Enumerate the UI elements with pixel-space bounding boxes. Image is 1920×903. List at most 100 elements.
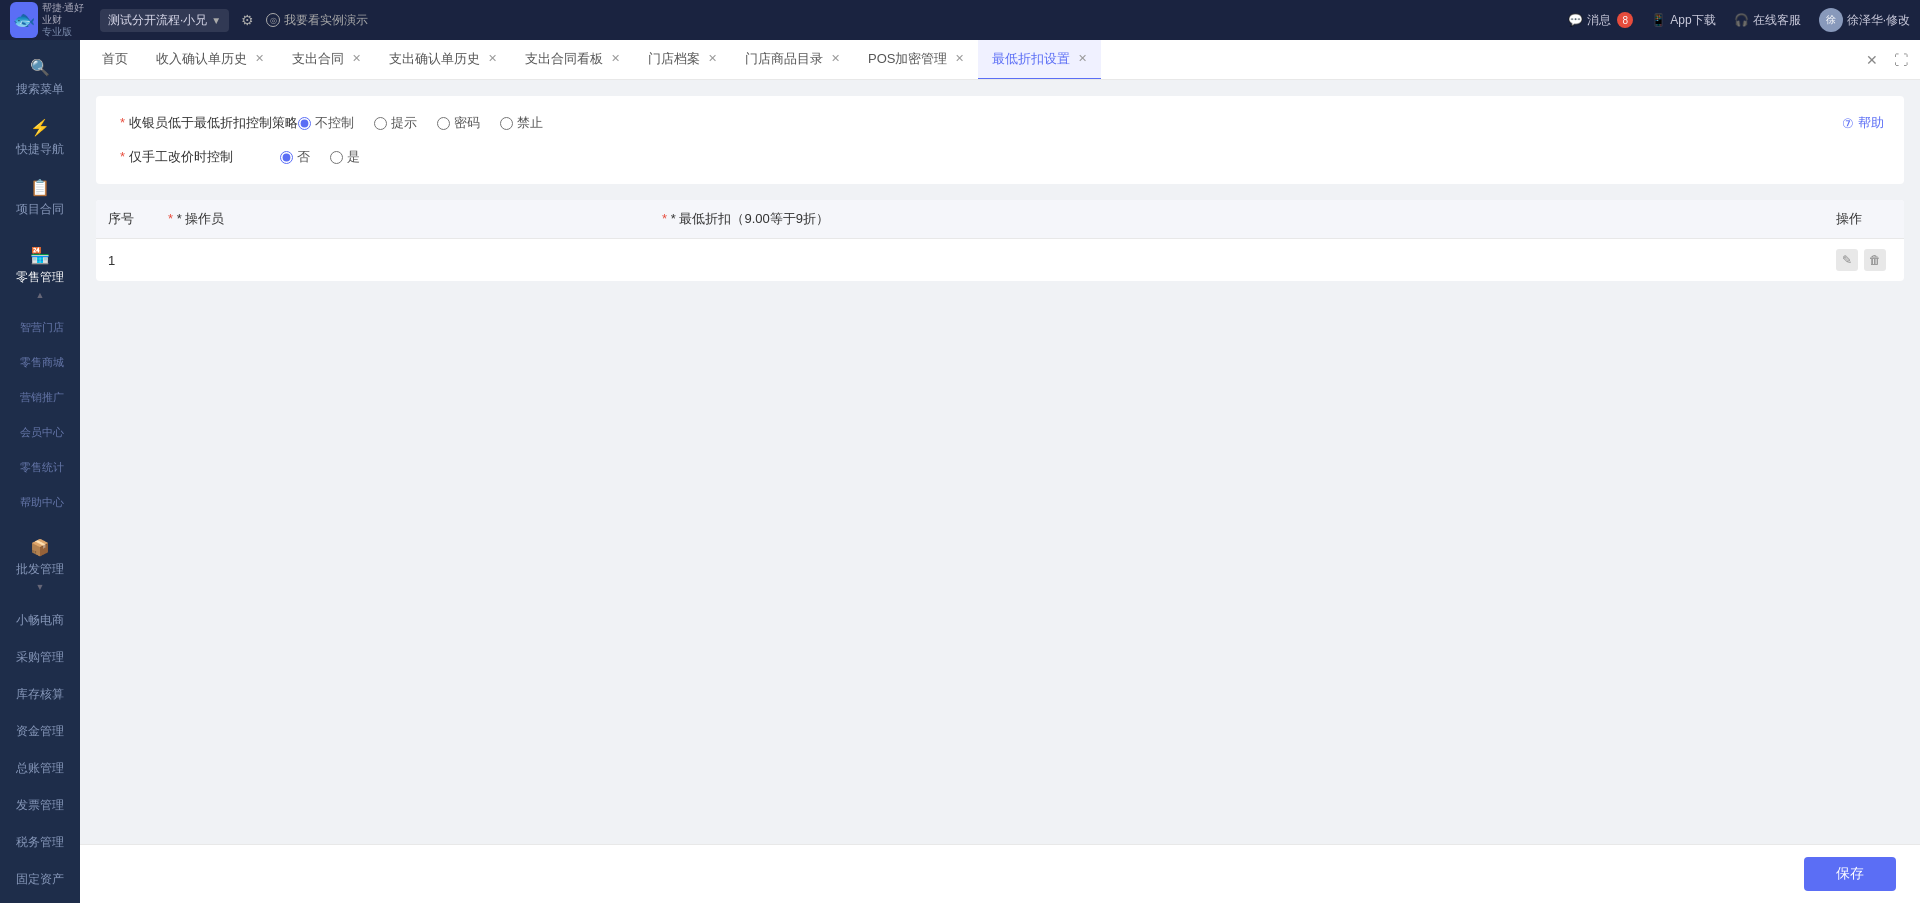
project-selector[interactable]: 测试分开流程·小兄 ▼ [100,9,229,32]
row-seq-value: 1 [108,253,115,268]
help-text: 帮助 [1858,114,1884,132]
save-button[interactable]: 保存 [1804,857,1896,891]
manual-radio-yes[interactable] [330,151,343,164]
policy-label: * 收银员低于最低折扣控制策略 [120,114,298,132]
policy-radio-password[interactable] [437,117,450,130]
tab-payment-confirm[interactable]: 支出确认单历史 ✕ [375,40,511,80]
chevron-down-icon: ▼ [211,15,221,26]
tab-home[interactable]: 首页 [88,40,142,80]
tab-fullscreen-button[interactable]: ⛶ [1890,48,1912,72]
sidebar-label-member: 会员中心 [20,425,64,440]
manual-radio-group: 否 是 [280,148,360,166]
form-row-manual: * 仅手工改价时控制 否 是 [120,148,1880,166]
sidebar-label-retail: 零售管理 [16,269,64,286]
manual-yes-label: 是 [347,148,360,166]
policy-option-remind[interactable]: 提示 [374,114,417,132]
sidebar-item-smart-store[interactable]: 智营门店 [0,310,80,345]
sidebar-item-inventory[interactable]: 库存核算 [0,676,80,713]
col-header-actions: 操作 [1824,200,1904,239]
req-star-disc: * [662,211,671,226]
sidebar-label-fixed-assets: 固定资产 [16,871,64,888]
messages-button[interactable]: 💬 消息 8 [1568,12,1633,29]
sidebar-item-fund[interactable]: 资金管理 [0,713,80,750]
sidebar-item-project-contract[interactable]: 📋 项目合同 [0,168,80,228]
sidebar-label-search: 搜索菜单 [16,81,64,98]
sidebar-item-fixed-assets[interactable]: 固定资产 [0,861,80,898]
sidebar-label-marketing: 营销推广 [20,390,64,405]
tab-income-confirm[interactable]: 收入确认单历史 ✕ [142,40,278,80]
policy-radio-no-control[interactable] [298,117,311,130]
tab-payment-contract[interactable]: 支出合同 ✕ [278,40,375,80]
policy-forbid-label: 禁止 [517,114,543,132]
settings-icon[interactable]: ⚙ [241,12,254,28]
tab-payment-contract-close[interactable]: ✕ [352,52,361,65]
sidebar-item-ledger[interactable]: 总账管理 [0,750,80,787]
messages-badge: 8 [1617,12,1633,28]
sidebar-item-retail-mgmt[interactable]: 🏪 零售管理 ▲ [0,236,80,310]
tab-store-file-close[interactable]: ✕ [708,52,717,65]
sidebar-item-search[interactable]: 🔍 搜索菜单 [0,48,80,108]
sidebar-item-marketing[interactable]: 营销推广 [0,380,80,415]
tab-close-button[interactable]: ✕ [1862,48,1882,72]
policy-radio-remind[interactable] [374,117,387,130]
tab-payment-confirm-close[interactable]: ✕ [488,52,497,65]
download-icon: 📱 [1651,13,1666,27]
help-icon: ⑦ [1842,116,1854,131]
tab-store-file[interactable]: 门店档案 ✕ [634,40,731,80]
discount-table: 序号 * * 操作员 * * 最低折扣（9.00等于9折） 操作 [96,200,1904,281]
search-icon: 🔍 [30,58,50,77]
sidebar-item-wholesale[interactable]: 📦 批发管理 ▼ [0,528,80,602]
avatar: 徐 [1819,8,1843,32]
sidebar-item-invoice[interactable]: 发票管理 [0,787,80,824]
row-delete-button[interactable]: 🗑 [1864,249,1886,271]
col-header-operator: * * 操作员 [156,200,650,239]
row-edit-button[interactable]: ✎ [1836,249,1858,271]
tab-income-close[interactable]: ✕ [255,52,264,65]
tab-min-discount-close[interactable]: ✕ [1078,52,1087,65]
app-download-button[interactable]: 📱 App下载 [1651,12,1715,29]
tab-pos-password-close[interactable]: ✕ [955,52,964,65]
tab-pos-password-label: POS加密管理 [868,50,947,68]
user-profile-button[interactable]: 徐 徐泽华·修改 [1819,8,1910,32]
sidebar-item-tax[interactable]: 税务管理 [0,824,80,861]
tab-store-products[interactable]: 门店商品目录 ✕ [731,40,854,80]
tab-min-discount[interactable]: 最低折扣设置 ✕ [978,40,1101,80]
table-row: 1 ✎ 🗑 [96,239,1904,282]
top-bar-right: 💬 消息 8 📱 App下载 🎧 在线客服 徐 徐泽华·修改 [1568,8,1910,32]
sidebar-item-member-center[interactable]: 会员中心 [0,415,80,450]
manual-radio-no[interactable] [280,151,293,164]
manual-label: * 仅手工改价时控制 [120,148,280,166]
policy-radio-forbid[interactable] [500,117,513,130]
policy-option-forbid[interactable]: 禁止 [500,114,543,132]
policy-radio-group: 不控制 提示 密码 禁止 [298,114,543,132]
tab-store-products-close[interactable]: ✕ [831,52,840,65]
wholesale-icon: 📦 [30,538,50,557]
tab-payment-board-close[interactable]: ✕ [611,52,620,65]
main-layout: 🔍 搜索菜单 ⚡ 快捷导航 📋 项目合同 🏪 零售管理 ▲ 智营门店 零售商城 … [0,40,1920,903]
sidebar-label-purchase: 采购管理 [16,649,64,666]
sidebar-item-retail-stats[interactable]: 零售统计 [0,450,80,485]
tab-payment-board[interactable]: 支出合同看板 ✕ [511,40,634,80]
sidebar-item-salary[interactable]: 工资 [0,898,80,903]
manual-option-yes[interactable]: 是 [330,148,360,166]
online-support-button[interactable]: 🎧 在线客服 [1734,12,1801,29]
sidebar-item-retail-mall[interactable]: 零售商城 [0,345,80,380]
sidebar-item-purchase[interactable]: 采购管理 [0,639,80,676]
tab-store-products-label: 门店商品目录 [745,50,823,68]
required-star-2: * [120,149,129,164]
help-link[interactable]: ⑦ 帮助 [1842,114,1884,132]
sidebar-label-ecommerce: 小畅电商 [16,612,64,629]
manual-option-no[interactable]: 否 [280,148,310,166]
sidebar-label-help: 帮助中心 [20,495,64,510]
sidebar-item-ecommerce[interactable]: 小畅电商 [0,602,80,639]
policy-option-password[interactable]: 密码 [437,114,480,132]
logo-area: 🐟 帮捷·通好业财 专业版 [10,2,90,38]
sidebar-item-quick-nav[interactable]: ⚡ 快捷导航 [0,108,80,168]
demo-link[interactable]: ◎ 我要看实例演示 [266,12,368,29]
policy-no-control-label: 不控制 [315,114,354,132]
tab-pos-password[interactable]: POS加密管理 ✕ [854,40,978,80]
chevron-up-icon: ▲ [36,290,45,300]
policy-option-no-control[interactable]: 不控制 [298,114,354,132]
sidebar-item-help-center[interactable]: 帮助中心 [0,485,80,520]
sidebar-label-project: 项目合同 [16,201,64,218]
